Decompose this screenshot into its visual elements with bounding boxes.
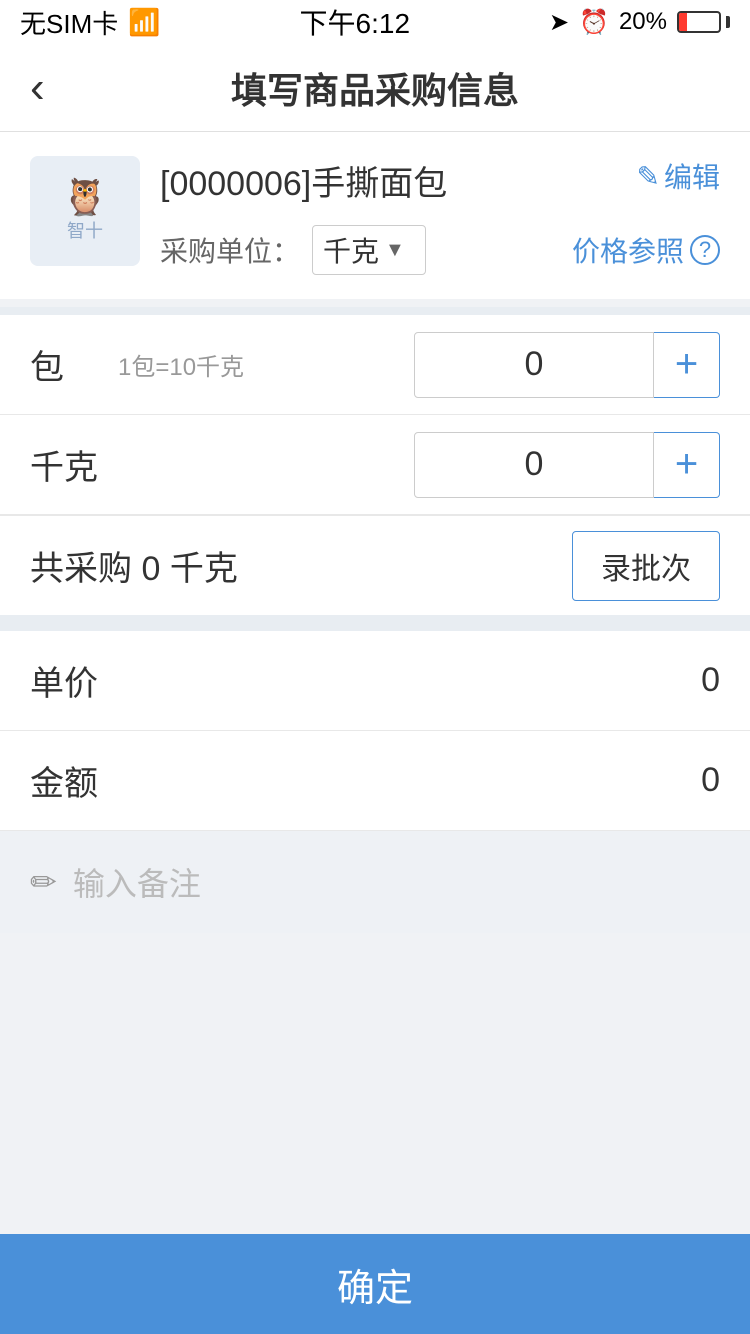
amount-label: 金额 [30, 756, 98, 805]
question-mark-icon: ? [690, 235, 720, 265]
unit-price-value: 0 [701, 661, 720, 700]
summary-value: 0 [141, 550, 160, 588]
input-section: 包 1包=10千克 + 千克 + [0, 315, 750, 515]
amount-row: 金额 0 [0, 731, 750, 831]
summary-unit: 千克 [170, 550, 238, 588]
unit-price-label: 单价 [30, 656, 98, 705]
edit-label: 编辑 [664, 156, 720, 196]
unit-value: 千克 [323, 230, 379, 270]
product-name: [0000006]手撕面包 [160, 156, 637, 205]
amount-value: 0 [701, 761, 720, 800]
summary-row: 共采购 0 千克 录批次 [0, 515, 750, 615]
status-left: 无SIM卡 📶 [20, 4, 161, 41]
edit-icon: ✎ [637, 160, 660, 193]
pencil-icon: ✏ [30, 863, 57, 901]
bag-input-row: 包 1包=10千克 + [0, 315, 750, 415]
nav-bar: ‹ 填写商品采购信息 [0, 44, 750, 132]
product-info: [0000006]手撕面包 ✎ 编辑 采购单位： 千克 ▼ 价格参照 ? [160, 156, 720, 275]
notes-placeholder: 输入备注 [73, 859, 201, 905]
bag-input[interactable] [414, 332, 654, 398]
battery-icon [677, 11, 730, 33]
notes-section[interactable]: ✏ 输入备注 [0, 831, 750, 933]
back-button[interactable]: ‹ [30, 66, 45, 110]
price-reference-button[interactable]: 价格参照 ? [572, 230, 720, 270]
time-text: 下午6:12 [300, 2, 411, 42]
kg-input[interactable] [414, 432, 654, 498]
product-thumbnail: 🦉 智十 [30, 156, 140, 266]
section-divider [0, 307, 750, 315]
section-divider-2 [0, 615, 750, 623]
summary-text: 共采购 0 千克 [30, 541, 238, 590]
unit-select[interactable]: 千克 ▼ [312, 225, 426, 275]
battery-percent: 20% [619, 8, 667, 36]
price-ref-label: 价格参照 [572, 230, 684, 270]
plus-icon: + [675, 342, 698, 387]
product-logo-icon: 🦉 [63, 179, 108, 215]
carrier-text: 无SIM卡 [20, 4, 118, 41]
bag-sub-label: 1包=10千克 [118, 347, 244, 382]
edit-button[interactable]: ✎ 编辑 [637, 156, 720, 196]
kg-label: 千克 [30, 440, 110, 489]
status-right: ➤ ⏰ 20% [549, 8, 730, 37]
kg-input-row: 千克 + [0, 415, 750, 515]
bag-label: 包 [30, 340, 110, 389]
product-logo-text: 智十 [67, 217, 103, 243]
wifi-icon: 📶 [128, 7, 160, 38]
bag-plus-button[interactable]: + [654, 332, 720, 398]
unit-price-row: 单价 0 [0, 631, 750, 731]
confirm-button[interactable]: 确定 [0, 1234, 750, 1334]
price-section: 单价 0 金额 0 [0, 623, 750, 831]
product-card: 🦉 智十 [0000006]手撕面包 ✎ 编辑 采购单位： 千克 ▼ 价格参照 [0, 132, 750, 307]
status-bar: 无SIM卡 📶 下午6:12 ➤ ⏰ 20% [0, 0, 750, 44]
kg-input-wrap: + [110, 432, 720, 498]
location-icon: ➤ [549, 8, 569, 37]
summary-label: 共采购 [30, 550, 132, 588]
batch-button[interactable]: 录批次 [572, 531, 720, 601]
page-title: 填写商品采购信息 [231, 62, 519, 114]
dropdown-arrow-icon: ▼ [385, 239, 405, 262]
alarm-icon: ⏰ [579, 8, 609, 37]
kg-plus-button[interactable]: + [654, 432, 720, 498]
bag-input-wrap: + [244, 332, 720, 398]
plus-icon-kg: + [675, 442, 698, 487]
unit-label: 采购单位： [160, 230, 300, 270]
